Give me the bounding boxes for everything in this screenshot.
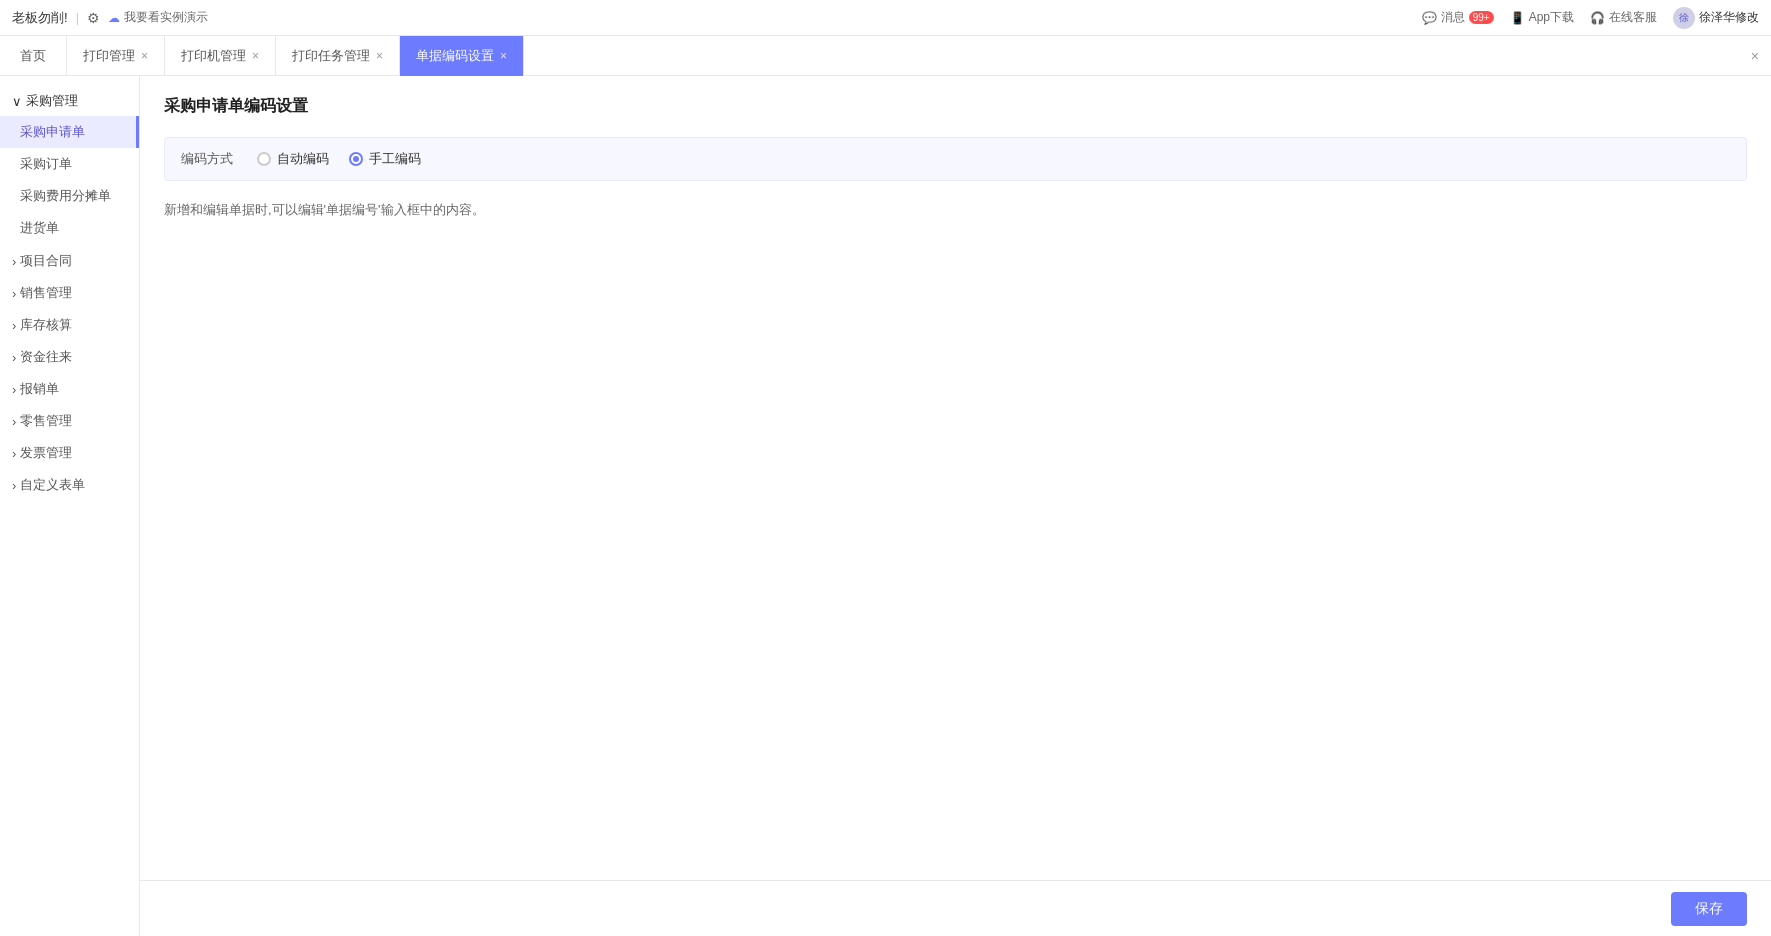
sidebar-item-purchase-order-label: 采购订单 <box>20 156 72 171</box>
sidebar-item-purchase-request[interactable]: 采购申请单 <box>0 116 139 148</box>
demo-link[interactable]: ☁ 我要看实例演示 <box>108 9 208 26</box>
radio-group: 自动编码 手工编码 <box>257 150 421 168</box>
message-label: 消息 <box>1441 9 1465 26</box>
tab-print-management-close[interactable]: × <box>141 50 148 62</box>
sidebar-group-retail-arrow: › <box>12 414 16 429</box>
tab-printer-management[interactable]: 打印机管理 × <box>165 36 276 76</box>
sidebar-group-expense[interactable]: › 报销单 <box>0 372 139 404</box>
app-icon: 📱 <box>1510 11 1525 25</box>
sidebar-group-custom-form-arrow: › <box>12 478 16 493</box>
sidebar-group-inventory-arrow: › <box>12 318 16 333</box>
tab-encoding-settings-label: 单据编码设置 <box>416 47 494 65</box>
tab-bar: 首页 打印管理 × 打印机管理 × 打印任务管理 × 单据编码设置 × × <box>0 36 1771 76</box>
sidebar-group-retail-label: 零售管理 <box>20 412 72 430</box>
sidebar-item-purchase-expense-label: 采购费用分摊单 <box>20 188 111 203</box>
tab-print-management[interactable]: 打印管理 × <box>67 36 165 76</box>
bottom-bar: 保存 <box>140 880 1771 936</box>
manual-code-option[interactable]: 手工编码 <box>349 150 421 168</box>
sidebar-group-retail[interactable]: › 零售管理 <box>0 404 139 436</box>
sidebar-group-purchase-label: 采购管理 <box>26 92 78 110</box>
settings-icon[interactable]: ⚙ <box>87 10 100 26</box>
sidebar-group-custom-form-label: 自定义表单 <box>20 476 85 494</box>
username: 徐泽华修改 <box>1699 9 1759 26</box>
manual-code-radio[interactable] <box>349 152 363 166</box>
tab-print-task-close[interactable]: × <box>376 50 383 62</box>
app-download-label: App下载 <box>1529 9 1574 26</box>
online-service-label: 在线客服 <box>1609 9 1657 26</box>
page-title: 采购申请单编码设置 <box>164 96 1747 117</box>
encoding-label: 编码方式 <box>181 150 233 168</box>
sidebar-group-custom-form[interactable]: › 自定义表单 <box>0 468 139 500</box>
manual-code-label: 手工编码 <box>369 150 421 168</box>
brand-title: 老板勿削! <box>12 9 68 27</box>
user-info[interactable]: 徐 徐泽华修改 <box>1673 7 1759 29</box>
sidebar-group-fund-label: 资金往来 <box>20 348 72 366</box>
sidebar-item-purchase-order[interactable]: 采购订单 <box>0 148 139 180</box>
tab-print-management-label: 打印管理 <box>83 47 135 65</box>
divider: | <box>76 10 79 25</box>
content-area: 采购申请单编码设置 编码方式 自动编码 手工编码 新增和编辑单据时,可以编辑'单… <box>140 76 1771 936</box>
message-button[interactable]: 💬 消息 99+ <box>1422 9 1494 26</box>
sidebar-group-project-arrow: › <box>12 254 16 269</box>
app-download-button[interactable]: 📱 App下载 <box>1510 9 1574 26</box>
tab-printer-management-label: 打印机管理 <box>181 47 246 65</box>
sidebar-group-expense-label: 报销单 <box>20 380 59 398</box>
sidebar-group-sales-arrow: › <box>12 286 16 301</box>
sidebar-item-inbound-label: 进货单 <box>20 220 59 235</box>
auto-code-radio[interactable] <box>257 152 271 166</box>
sidebar-group-sales[interactable]: › 销售管理 <box>0 276 139 308</box>
sidebar-group-sales-label: 销售管理 <box>20 284 72 302</box>
top-bar-right: 💬 消息 99+ 📱 App下载 🎧 在线客服 徐 徐泽华修改 <box>1422 7 1759 29</box>
sidebar-group-inventory-label: 库存核算 <box>20 316 72 334</box>
auto-code-option[interactable]: 自动编码 <box>257 150 329 168</box>
headset-icon: 🎧 <box>1590 11 1605 25</box>
sidebar-item-inbound[interactable]: 进货单 <box>0 212 139 244</box>
sidebar-item-purchase-expense[interactable]: 采购费用分摊单 <box>0 180 139 212</box>
sidebar-group-fund[interactable]: › 资金往来 <box>0 340 139 372</box>
tab-home[interactable]: 首页 <box>0 36 67 76</box>
tab-print-task-label: 打印任务管理 <box>292 47 370 65</box>
sidebar-group-project[interactable]: › 项目合同 <box>0 244 139 276</box>
sidebar-group-inventory[interactable]: › 库存核算 <box>0 308 139 340</box>
message-badge: 99+ <box>1469 11 1494 24</box>
encoding-section: 编码方式 自动编码 手工编码 <box>164 137 1747 181</box>
tab-bar-close-all[interactable]: × <box>1751 48 1771 64</box>
tab-encoding-settings-close[interactable]: × <box>500 50 507 62</box>
message-icon: 💬 <box>1422 11 1437 25</box>
sidebar-item-purchase-request-label: 采购申请单 <box>20 124 85 139</box>
sidebar-group-invoice-label: 发票管理 <box>20 444 72 462</box>
tab-print-task[interactable]: 打印任务管理 × <box>276 36 400 76</box>
save-button[interactable]: 保存 <box>1671 892 1747 926</box>
sidebar-group-project-label: 项目合同 <box>20 252 72 270</box>
avatar: 徐 <box>1673 7 1695 29</box>
sidebar-group-invoice-arrow: › <box>12 446 16 461</box>
sidebar-group-purchase[interactable]: ∨ 采购管理 <box>0 84 139 116</box>
info-text: 新增和编辑单据时,可以编辑'单据编号'输入框中的内容。 <box>164 197 1747 223</box>
top-bar: 老板勿削! | ⚙ ☁ 我要看实例演示 💬 消息 99+ 📱 App下载 🎧 在… <box>0 0 1771 36</box>
sidebar-group-expense-arrow: › <box>12 382 16 397</box>
content-inner: 采购申请单编码设置 编码方式 自动编码 手工编码 新增和编辑单据时,可以编辑'单… <box>140 76 1771 880</box>
cloud-icon: ☁ <box>108 11 120 25</box>
sidebar-group-fund-arrow: › <box>12 350 16 365</box>
demo-text: 我要看实例演示 <box>124 9 208 26</box>
online-service-button[interactable]: 🎧 在线客服 <box>1590 9 1657 26</box>
auto-code-label: 自动编码 <box>277 150 329 168</box>
sidebar: ∨ 采购管理 采购申请单 采购订单 采购费用分摊单 进货单 › 项目合同 › 销… <box>0 76 140 936</box>
tab-printer-management-close[interactable]: × <box>252 50 259 62</box>
sidebar-group-purchase-arrow: ∨ <box>12 94 22 109</box>
tab-home-label: 首页 <box>20 47 46 65</box>
tab-encoding-settings[interactable]: 单据编码设置 × <box>400 36 524 76</box>
sidebar-group-invoice[interactable]: › 发票管理 <box>0 436 139 468</box>
main-layout: ∨ 采购管理 采购申请单 采购订单 采购费用分摊单 进货单 › 项目合同 › 销… <box>0 76 1771 936</box>
top-bar-left: 老板勿削! | ⚙ ☁ 我要看实例演示 <box>12 9 208 27</box>
